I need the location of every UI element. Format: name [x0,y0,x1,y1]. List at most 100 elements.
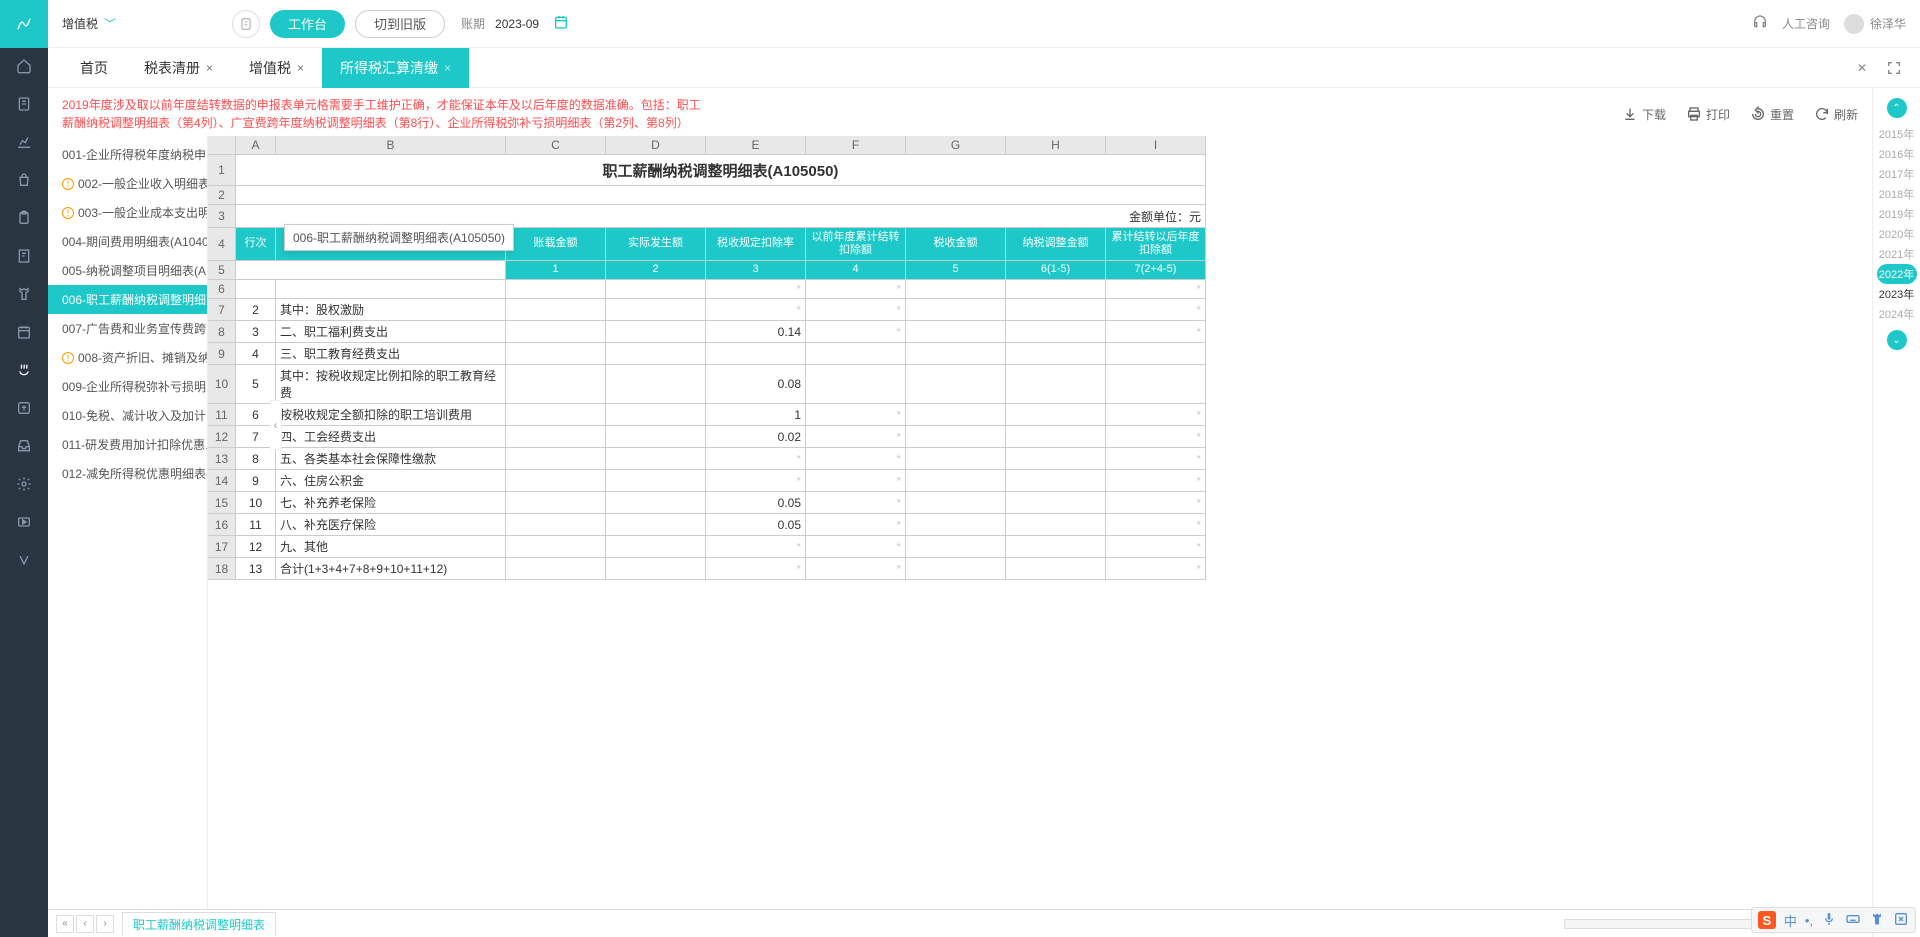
data-cell[interactable]: * [805,513,906,536]
row-item[interactable]: 按税收规定全额扣除的职工培训费用 [275,403,506,426]
data-cell[interactable] [505,364,606,404]
data-cell[interactable]: * [1105,557,1206,580]
headset-icon[interactable] [1752,14,1768,33]
data-cell[interactable] [605,298,706,321]
close-all-icon[interactable]: ✕ [1850,56,1874,80]
year-2021年[interactable]: 2021年 [1877,244,1917,264]
home-icon[interactable] [14,56,34,76]
data-cell[interactable] [905,447,1006,470]
data-cell[interactable]: * [805,298,906,321]
data-cell[interactable]: 0.05 [705,513,806,536]
row-num[interactable] [235,279,276,299]
coin-icon[interactable] [14,398,34,418]
sheet-nav-prev[interactable]: ‹ [76,915,94,933]
data-cell[interactable]: * [1105,320,1206,343]
year-scroll-down[interactable]: ⌄ [1887,330,1907,350]
data-cell[interactable]: * [805,279,906,299]
tab-close-icon[interactable]: × [297,61,304,75]
tax-type-selector[interactable]: 增值税 ﹀ [62,15,222,32]
row-item[interactable] [275,279,506,299]
data-cell[interactable] [905,491,1006,514]
workbench-button[interactable]: 工作台 [270,10,345,38]
data-cell[interactable] [1005,364,1106,404]
data-cell[interactable] [605,425,706,448]
data-cell[interactable] [1005,298,1106,321]
form-list-item[interactable]: !008-资产折旧、摊销及纳税... [48,343,207,372]
row-item[interactable]: 其中：股权激励 [275,298,506,321]
row-num[interactable]: 3 [235,320,276,343]
data-cell[interactable] [605,279,706,299]
form-list-item[interactable]: 004-期间费用明细表(A1040... [48,227,207,256]
data-cell[interactable] [905,403,1006,426]
inbox-icon[interactable] [14,436,34,456]
row-item[interactable]: 七、补充养老保险 [275,491,506,514]
row-item[interactable]: 其中：按税收规定比例扣除的职工教育经费 [275,364,506,404]
form-list-item[interactable]: 012-减免所得税优惠明细表(... [48,459,207,488]
data-cell[interactable] [505,279,606,299]
switch-old-button[interactable]: 切到旧版 [355,10,445,38]
data-cell[interactable] [905,364,1006,404]
form-list-item[interactable]: 005-纳税调整项目明细表(A1... [48,256,207,285]
year-2024年[interactable]: 2024年 [1877,304,1917,324]
ime-keyboard-icon[interactable] [1845,911,1861,930]
data-cell[interactable] [505,535,606,558]
data-cell[interactable] [505,403,606,426]
row-item[interactable]: 九、其他 [275,535,506,558]
data-cell[interactable] [905,513,1006,536]
ime-skin-icon[interactable] [1869,911,1885,930]
data-cell[interactable]: * [805,469,906,492]
data-cell[interactable] [505,469,606,492]
data-cell[interactable] [905,279,1006,299]
calendar-icon[interactable] [14,322,34,342]
year-2020年[interactable]: 2020年 [1877,224,1917,244]
sheet-tab[interactable]: 职工薪酬纳税调整明细表 [122,912,276,936]
row-num[interactable]: 5 [235,364,276,404]
doc-icon[interactable] [14,94,34,114]
data-cell[interactable] [1005,469,1106,492]
row-num[interactable]: 9 [235,469,276,492]
reset-button[interactable]: 重置 [1750,106,1794,123]
data-cell[interactable]: 0.08 [705,364,806,404]
data-cell[interactable]: * [705,469,806,492]
form-list-item[interactable]: !003-一般企业成本支出明细... [48,198,207,227]
data-cell[interactable] [505,491,606,514]
data-cell[interactable]: * [1105,535,1206,558]
row-item[interactable]: 三、职工教育经费支出 [275,342,506,365]
sheet-nav-first[interactable]: « [56,915,74,933]
receipt-icon[interactable] [14,246,34,266]
tab-close-icon[interactable]: × [206,61,213,75]
data-cell[interactable]: * [1105,447,1206,470]
data-cell[interactable] [605,469,706,492]
steam-icon[interactable] [14,360,34,380]
data-cell[interactable] [905,298,1006,321]
form-list-item[interactable]: 011-研发费用加计扣除优惠... [48,430,207,459]
data-cell[interactable]: * [805,320,906,343]
row-num[interactable]: 13 [235,557,276,580]
row-item[interactable]: 合计(1+3+4+7+8+9+10+11+12) [275,557,506,580]
data-cell[interactable] [905,535,1006,558]
row-num[interactable]: 4 [235,342,276,365]
fullscreen-icon[interactable] [1882,56,1906,80]
data-cell[interactable] [1005,342,1106,365]
data-cell[interactable] [905,469,1006,492]
form-list-item[interactable]: 001-企业所得税年度纳税申... [48,140,207,169]
data-cell[interactable] [1005,557,1106,580]
data-cell[interactable]: * [705,535,806,558]
data-cell[interactable]: * [805,557,906,580]
data-cell[interactable] [505,447,606,470]
sidebar-collapse-handle[interactable]: ‹ [270,400,282,450]
period-value[interactable]: 2023-09 [495,17,539,31]
ime-tool-icon[interactable] [1893,911,1909,930]
row-item[interactable]: 二、职工福利费支出 [275,320,506,343]
data-cell[interactable] [605,491,706,514]
data-cell[interactable] [805,342,906,365]
data-cell[interactable]: * [1105,403,1206,426]
data-cell[interactable] [505,513,606,536]
gear-icon[interactable] [14,474,34,494]
data-cell[interactable] [1005,513,1106,536]
ime-punct-icon[interactable]: •, [1805,913,1813,928]
ime-toolbar[interactable]: S 中 •, [1751,907,1916,933]
data-cell[interactable] [1005,447,1106,470]
row-num[interactable]: 11 [235,513,276,536]
shirt-icon[interactable] [14,284,34,304]
